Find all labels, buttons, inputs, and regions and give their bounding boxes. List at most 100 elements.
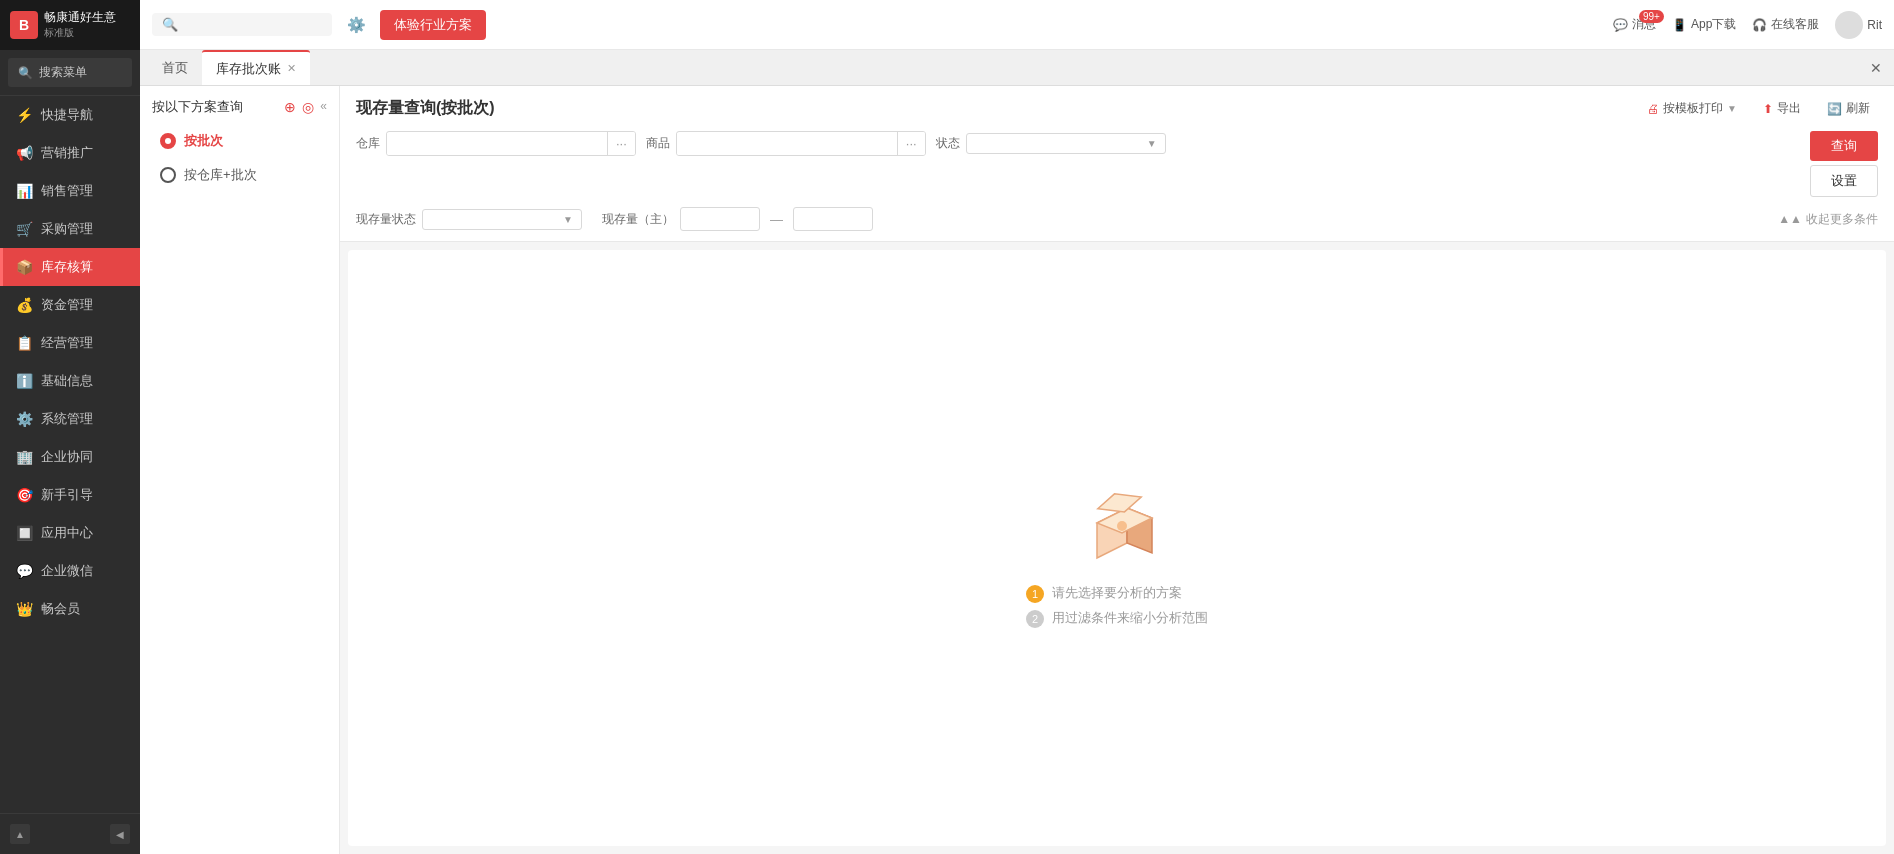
stock-quantity-max-input[interactable]: [793, 207, 873, 231]
refresh-btn[interactable]: 🔄 刷新: [1819, 96, 1878, 121]
page-header: 现存量查询(按批次) 🖨 按模板打印 ▼ ⬆ 导出 🔄: [340, 86, 1894, 242]
sidebar-item-marketing[interactable]: 📢 营销推广: [0, 134, 140, 172]
tab-home[interactable]: 首页: [148, 50, 202, 85]
filter-item-label: 按仓库+批次: [184, 166, 257, 184]
headset-icon: 🎧: [1752, 18, 1767, 32]
sidebar-item-enterprise[interactable]: 🏢 企业协同: [0, 438, 140, 476]
warehouse-input[interactable]: [387, 133, 607, 155]
collapse-label: 收起更多条件: [1806, 211, 1878, 228]
result-area: 1 请先选择要分析的方案 2 用过滤条件来缩小分析范围: [348, 250, 1886, 846]
message-icon: 💬: [1613, 18, 1628, 32]
refresh-label: 刷新: [1846, 100, 1870, 117]
filter-item-by-batch[interactable]: 按批次: [140, 124, 339, 158]
sidebar-scroll-up-btn[interactable]: ▲: [10, 824, 30, 844]
sidebar-item-purchase[interactable]: 🛒 采购管理: [0, 210, 140, 248]
finance-icon: 💰: [15, 296, 33, 314]
search-menu-button[interactable]: 🔍 搜索菜单: [8, 58, 132, 87]
sidebar-item-wechat[interactable]: 💬 企业微信: [0, 552, 140, 590]
operations-icon: 📋: [15, 334, 33, 352]
print-icon: 🖨: [1647, 102, 1659, 116]
print-btn[interactable]: 🖨 按模板打印 ▼: [1639, 96, 1745, 121]
export-icon: ⬆: [1763, 102, 1773, 116]
status-chevron-icon: ▼: [1147, 138, 1157, 149]
online-service-btn[interactable]: 🎧 在线客服: [1752, 16, 1819, 33]
filter-panel-title: 按以下方案查询: [152, 98, 243, 116]
sales-icon: 📊: [15, 182, 33, 200]
sidebar-item-label: 畅会员: [41, 600, 80, 618]
sidebar-item-label: 库存核算: [41, 258, 93, 276]
sidebar-item-label: 新手引导: [41, 486, 93, 504]
sidebar-item-sales[interactable]: 📊 销售管理: [0, 172, 140, 210]
tab-close-icon[interactable]: ✕: [287, 62, 296, 75]
sidebar-item-label: 企业协同: [41, 448, 93, 466]
app-center-icon: 🔲: [15, 524, 33, 542]
sidebar-item-label: 基础信息: [41, 372, 93, 390]
hint-text-2: 用过滤条件来缩小分析范围: [1052, 609, 1208, 627]
sidebar-item-operations[interactable]: 📋 经营管理: [0, 324, 140, 362]
filter-fields: 仓库 ··· 商品 ···: [356, 131, 1790, 156]
newbie-icon: 🎯: [15, 486, 33, 504]
sidebar-item-newbie[interactable]: 🎯 新手引导: [0, 476, 140, 514]
print-chevron-icon[interactable]: ▼: [1727, 103, 1737, 114]
tabbar-close-btn[interactable]: ✕: [1866, 56, 1886, 80]
product-dots-btn[interactable]: ···: [897, 132, 925, 155]
hint-item-2: 2 用过滤条件来缩小分析范围: [1026, 609, 1208, 628]
basic-info-icon: ℹ️: [15, 372, 33, 390]
empty-illustration: [1067, 468, 1167, 568]
product-input[interactable]: [677, 133, 897, 155]
hint-item-1: 1 请先选择要分析的方案: [1026, 584, 1208, 603]
sidebar-item-label: 应用中心: [41, 524, 93, 542]
filter-item-by-warehouse-batch[interactable]: 按仓库+批次: [140, 158, 339, 192]
enterprise-icon: 🏢: [15, 448, 33, 466]
app-download-icon: 📱: [1672, 18, 1687, 32]
topbar: 🔍 ⚙️ 体验行业方案 💬 消息 99+ 📱 App下载 🎧 在线客服 Rit: [140, 0, 1894, 50]
product-filter-group: 商品 ···: [646, 131, 926, 156]
sidebar-item-system[interactable]: ⚙️ 系统管理: [0, 400, 140, 438]
svg-point-4: [1117, 521, 1127, 531]
filter-item-label: 按批次: [184, 132, 223, 150]
add-scheme-icon[interactable]: ⊕: [284, 99, 296, 115]
collapse-btn[interactable]: ▲▲ 收起更多条件: [1778, 211, 1878, 228]
stock-status-group: 现存量状态 ▼: [356, 209, 582, 230]
sidebar-item-vip[interactable]: 👑 畅会员: [0, 590, 140, 628]
topbar-search-input[interactable]: [184, 18, 304, 32]
query-btn[interactable]: 查询: [1810, 131, 1878, 161]
settings-btn[interactable]: 设置: [1810, 165, 1878, 197]
sidebar-item-quick-nav[interactable]: ⚡ 快捷导航: [0, 96, 140, 134]
user-menu-btn[interactable]: Rit: [1835, 11, 1882, 39]
quick-nav-icon: ⚡: [15, 106, 33, 124]
content-area: 按以下方案查询 ⊕ ◎ « 按批次 按仓库+批次 现存量查询(按批: [140, 86, 1894, 854]
filter-panel-collapse-icon[interactable]: «: [320, 99, 327, 115]
stock-status-label: 现存量状态: [356, 211, 416, 228]
settings-gear-icon[interactable]: ⚙️: [342, 11, 370, 39]
status-label: 状态: [936, 135, 960, 152]
sidebar-item-label: 企业微信: [41, 562, 93, 580]
sidebar-item-finance[interactable]: 💰 资金管理: [0, 286, 140, 324]
trial-btn[interactable]: 体验行业方案: [380, 10, 486, 40]
stock-quantity-min-input[interactable]: [680, 207, 760, 231]
filter-settings-icon[interactable]: ◎: [302, 99, 314, 115]
sidebar-item-inventory[interactable]: 📦 库存核算: [0, 248, 140, 286]
filter-inputs-row2: 现存量状态 ▼ 现存量（主） — ▲▲ 收起更多条: [356, 207, 1878, 241]
sidebar-item-basic-info[interactable]: ℹ️ 基础信息: [0, 362, 140, 400]
sidebar-header: B 畅康通好生意 标准版: [0, 0, 140, 50]
product-input-group: ···: [676, 131, 926, 156]
topbar-actions: 💬 消息 99+ 📱 App下载 🎧 在线客服 Rit: [1613, 11, 1882, 39]
status-select[interactable]: ▼: [966, 133, 1166, 154]
sidebar-item-label: 经营管理: [41, 334, 93, 352]
sidebar-collapse-btn[interactable]: ◀: [110, 824, 130, 844]
filter-panel-header: 按以下方案查询 ⊕ ◎ «: [140, 98, 339, 124]
messages-btn[interactable]: 💬 消息 99+: [1613, 16, 1656, 33]
export-btn[interactable]: ⬆ 导出: [1755, 96, 1809, 121]
filter-panel: 按以下方案查询 ⊕ ◎ « 按批次 按仓库+批次: [140, 86, 340, 854]
messages-badge: 99+: [1639, 10, 1664, 23]
sidebar-item-app-center[interactable]: 🔲 应用中心: [0, 514, 140, 552]
filter-panel-actions: ⊕ ◎ «: [284, 99, 327, 115]
online-service-label: 在线客服: [1771, 16, 1819, 33]
app-download-btn[interactable]: 📱 App下载: [1672, 16, 1736, 33]
stock-status-select[interactable]: ▼: [422, 209, 582, 230]
search-menu-label: 搜索菜单: [39, 64, 87, 81]
tab-inventory-batch[interactable]: 库存批次账 ✕: [202, 50, 310, 85]
warehouse-dots-btn[interactable]: ···: [607, 132, 635, 155]
right-buttons: 查询 设置: [1810, 131, 1878, 197]
